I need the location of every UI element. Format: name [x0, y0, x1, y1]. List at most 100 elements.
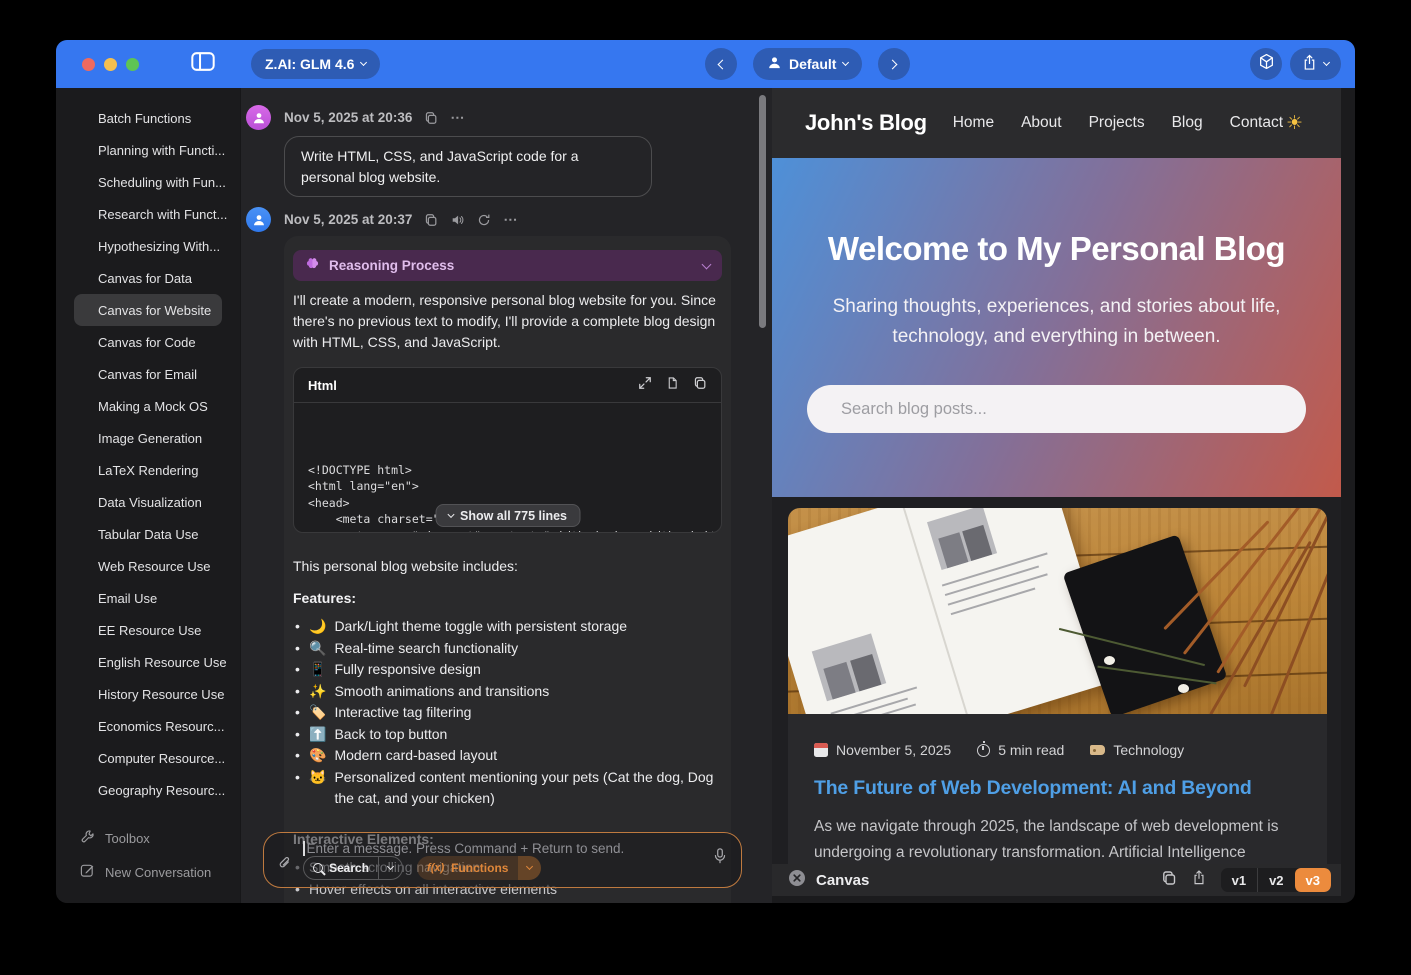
more-options-icon[interactable]: ⋯ — [450, 109, 466, 126]
read-aloud-icon[interactable] — [450, 213, 465, 227]
sidebar-item[interactable]: Hypothesizing With... — [74, 230, 222, 262]
brain-icon — [305, 256, 320, 276]
chevron-right-icon — [888, 59, 898, 69]
conversation-sidebar: Batch Functions Planning with Functi... … — [56, 88, 240, 903]
show-all-lines-button[interactable]: Show all 775 lines — [435, 504, 580, 527]
reasoning-process-toggle[interactable]: Reasoning Process — [293, 250, 722, 281]
extensions-button[interactable] — [1250, 48, 1282, 80]
chat-scrollbar[interactable] — [759, 95, 766, 328]
canvas-preview-panel: John's Blog HomeAboutProjectsBlogContact… — [772, 88, 1341, 896]
theme-toggle-sun-icon[interactable]: ☀ — [1286, 112, 1303, 135]
blog-search-input[interactable] — [807, 385, 1306, 433]
post-tag[interactable]: Technology — [1090, 742, 1184, 758]
feature-emoji-icon: ✨ — [309, 681, 326, 703]
feature-item: 🌙Dark/Light theme toggle with persistent… — [293, 616, 719, 638]
sidebar-item[interactable]: Data Visualization — [74, 486, 222, 518]
copy-canvas-icon[interactable] — [1161, 870, 1177, 891]
expand-icon[interactable] — [638, 376, 652, 395]
toggle-sidebar-button[interactable] — [191, 52, 215, 76]
sidebar-item[interactable]: Making a Mock OS — [74, 390, 222, 422]
feature-emoji-icon: 🎨 — [309, 745, 326, 767]
sidebar-item[interactable]: EE Resource Use — [74, 614, 222, 646]
sidebar-item[interactable]: Canvas for Website — [74, 294, 222, 326]
back-button[interactable] — [705, 48, 737, 80]
feature-emoji-icon: ⬆️ — [309, 724, 326, 746]
sidebar-item-toolbox[interactable]: Toolbox — [56, 821, 240, 855]
chevron-down-icon — [447, 510, 454, 517]
site-nav-link[interactable]: Projects — [1089, 114, 1145, 132]
site-nav-link[interactable]: About — [1021, 114, 1062, 132]
regenerate-icon[interactable] — [477, 213, 491, 227]
features-heading: Features: — [293, 590, 356, 606]
open-in-canvas-icon[interactable] — [666, 376, 679, 395]
sidebar-item[interactable]: Email Use — [74, 582, 222, 614]
attachment-icon[interactable] — [276, 855, 293, 877]
search-mode-chevron[interactable] — [379, 857, 402, 879]
sidebar-item[interactable]: Scheduling with Fun... — [74, 166, 222, 198]
sidebar-item[interactable]: Planning with Functi... — [74, 134, 222, 166]
sidebar-item[interactable]: Computer Resource... — [74, 742, 222, 774]
code-line: <html lang="en"> — [308, 478, 707, 495]
new-conversation-label: New Conversation — [105, 865, 211, 880]
functions-chevron[interactable] — [518, 856, 541, 880]
more-options-icon[interactable]: ⋯ — [503, 211, 519, 228]
feature-text: Interactive tag filtering — [334, 702, 471, 724]
feature-emoji-icon: 🐱 — [309, 767, 326, 810]
copy-code-icon[interactable] — [693, 376, 707, 395]
copy-icon[interactable] — [424, 213, 438, 227]
calendar-icon — [814, 743, 828, 757]
search-mode-button[interactable]: Search — [303, 856, 403, 880]
close-window-button[interactable] — [82, 58, 95, 71]
sidebar-item-new-conversation[interactable]: New Conversation — [56, 855, 240, 889]
sidebar-item[interactable]: Research with Funct... — [74, 198, 222, 230]
sidebar-item[interactable]: English Resource Use — [74, 646, 222, 678]
share-button[interactable] — [1290, 48, 1341, 80]
sidebar-item[interactable]: Canvas for Code — [74, 326, 222, 358]
profile-selector-button[interactable]: Default — [753, 48, 862, 80]
copy-icon[interactable] — [424, 111, 438, 125]
sidebar-item[interactable]: LaTeX Rendering — [74, 454, 222, 486]
code-line: <meta name="viewport" content="width=dev… — [308, 528, 707, 534]
zoom-window-button[interactable] — [126, 58, 139, 71]
site-content: November 5, 2025 5 min read Technology T… — [772, 497, 1341, 864]
blog-post-card: November 5, 2025 5 min read Technology T… — [788, 508, 1327, 864]
version-button[interactable]: v2 — [1257, 868, 1294, 892]
forward-button[interactable] — [878, 48, 910, 80]
site-nav-link[interactable]: Contact — [1230, 114, 1283, 132]
sidebar-item[interactable]: Batch Functions — [74, 102, 222, 134]
clock-icon — [977, 744, 990, 757]
assistant-intro-text: I'll create a modern, responsive persona… — [293, 290, 717, 353]
version-button[interactable]: v3 — [1295, 868, 1331, 892]
post-excerpt: As we navigate through 2025, the landsca… — [814, 814, 1301, 864]
input-placeholder: Enter a message. Press Command + Return … — [307, 841, 625, 856]
feature-item: 🐱Personalized content mentioning your pe… — [293, 767, 719, 810]
assistant-response-card: Reasoning Process I'll create a modern, … — [284, 236, 731, 903]
close-canvas-icon[interactable] — [788, 869, 806, 892]
sidebar-item[interactable]: Economics Resourc... — [74, 710, 222, 742]
sidebar-item[interactable]: Geography Resourc... — [74, 774, 222, 806]
sidebar-item[interactable]: Image Generation — [74, 422, 222, 454]
chat-panel: Nov 5, 2025 at 20:36 ⋯ Write HTML, CSS, … — [240, 88, 772, 903]
version-button[interactable]: v1 — [1221, 868, 1257, 892]
site-nav-link[interactable]: Blog — [1172, 114, 1203, 132]
toolbox-label: Toolbox — [105, 831, 150, 846]
microphone-icon[interactable] — [713, 847, 727, 870]
functions-button[interactable]: f(x)Functions — [417, 856, 541, 880]
model-selector-button[interactable]: Z.AI: GLM 4.6 — [251, 49, 380, 79]
sidebar-item[interactable]: Canvas for Data — [74, 262, 222, 294]
sidebar-item[interactable]: History Resource Use — [74, 678, 222, 710]
export-canvas-icon[interactable] — [1192, 869, 1206, 891]
message-input[interactable]: Enter a message. Press Command + Return … — [263, 832, 742, 888]
post-meta: November 5, 2025 5 min read Technology — [814, 742, 1301, 758]
sidebar-item[interactable]: Tabular Data Use — [74, 518, 222, 550]
feature-text: Modern card-based layout — [334, 745, 497, 767]
post-title-link[interactable]: The Future of Web Development: AI and Be… — [814, 777, 1301, 800]
feature-emoji-icon: 🔍 — [309, 638, 326, 660]
code-line: <!DOCTYPE html> — [308, 462, 707, 479]
site-nav-link[interactable]: Home — [953, 114, 994, 132]
minimize-window-button[interactable] — [104, 58, 117, 71]
sidebar-item[interactable]: Web Resource Use — [74, 550, 222, 582]
sidebar-item[interactable]: Canvas for Email — [74, 358, 222, 390]
show-all-lines-label: Show all 775 lines — [460, 509, 567, 523]
wrench-icon — [80, 829, 95, 847]
